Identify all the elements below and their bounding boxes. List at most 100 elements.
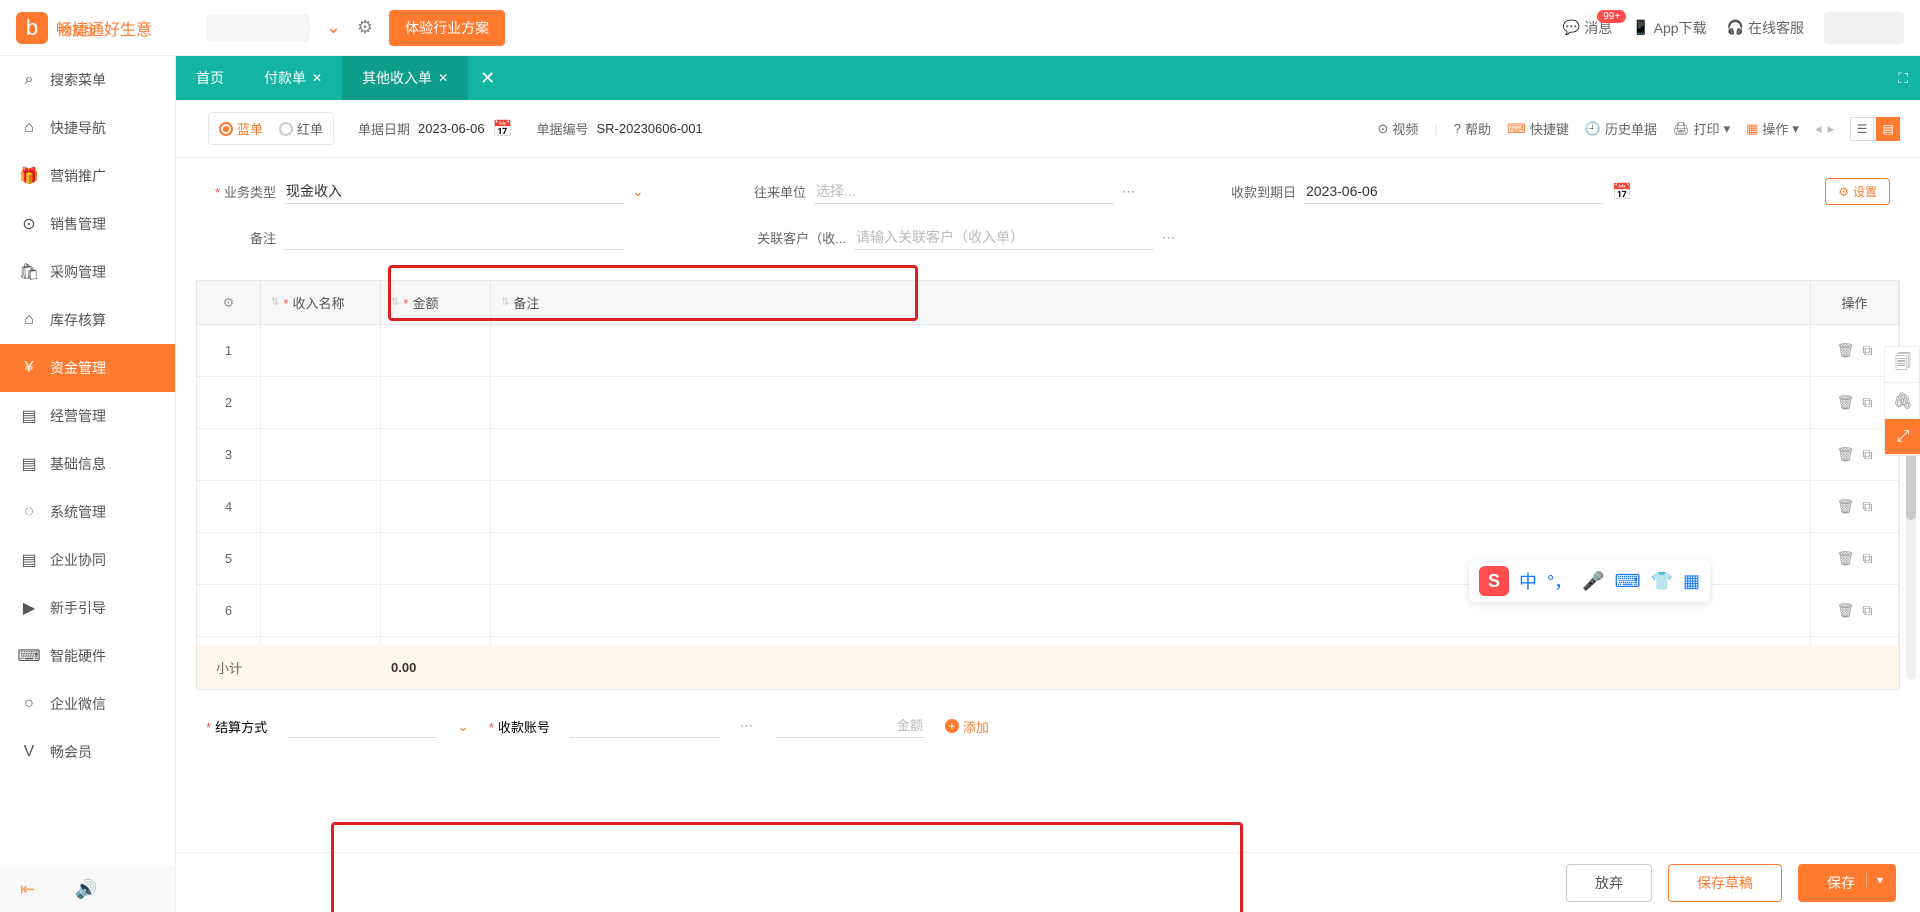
biz-type-input[interactable]	[284, 179, 624, 204]
cell-amount[interactable]	[381, 325, 491, 376]
operate-link[interactable]: ▦操作▾	[1746, 119, 1799, 138]
sidebar-item-sales[interactable]: ⊙销售管理	[0, 200, 175, 248]
copy-row-icon[interactable]: ⧉	[1862, 498, 1872, 515]
ime-keyboard-icon[interactable]: ⌨	[1615, 571, 1641, 592]
messages-link[interactable]: 💬 消息 99+	[1563, 18, 1612, 38]
ime-lang-label[interactable]: 中	[1519, 568, 1537, 594]
sidebar-item-marketing[interactable]: 🎁营销推广	[0, 152, 175, 200]
ime-mic-icon[interactable]: 🎤	[1582, 571, 1604, 592]
cell-income-name[interactable]	[261, 637, 381, 645]
table-row[interactable]: 7🗑⧉	[197, 637, 1899, 645]
add-settlement-button[interactable]: + 添加	[945, 717, 989, 736]
delete-row-icon[interactable]: 🗑	[1837, 342, 1855, 359]
help-link[interactable]: ?帮助	[1454, 119, 1491, 138]
sidebar-item-basic-info[interactable]: ▤基础信息	[0, 440, 175, 488]
copy-row-icon[interactable]: ⧉	[1862, 394, 1872, 411]
cell-amount[interactable]	[381, 585, 491, 636]
settle-method-input[interactable]	[287, 714, 437, 738]
delete-row-icon[interactable]: 🗑	[1837, 498, 1855, 515]
discard-button[interactable]: 放弃	[1566, 864, 1652, 902]
memo-input[interactable]	[284, 225, 624, 250]
radio-red[interactable]: 红单	[279, 119, 323, 138]
sidebar-item-wecom[interactable]: ○企业微信	[0, 680, 175, 728]
view-detail-icon[interactable]: ▤	[1876, 117, 1900, 141]
close-all-tabs-icon[interactable]: ✕	[468, 68, 507, 89]
cell-memo[interactable]	[491, 429, 1811, 480]
copy-row-icon[interactable]: ⧉	[1862, 602, 1872, 619]
tab-item[interactable]: 付款单✕	[244, 56, 342, 100]
sort-icon[interactable]: ⇅	[501, 297, 509, 308]
cell-memo[interactable]	[491, 377, 1811, 428]
cell-amount[interactable]	[381, 637, 491, 645]
partner-input[interactable]	[814, 179, 1114, 204]
cell-amount[interactable]	[381, 481, 491, 532]
fullscreen-icon[interactable]: ⛶	[1886, 70, 1920, 87]
attachment-icon[interactable]: 🗐	[1885, 347, 1920, 383]
rel-customer-input[interactable]	[854, 225, 1154, 250]
more-icon[interactable]: ⋯	[740, 718, 755, 734]
tab-close-icon[interactable]: ✕	[438, 71, 448, 85]
sidebar-item-vip[interactable]: V畅会员	[0, 728, 175, 776]
video-link[interactable]: ⊙视频	[1377, 119, 1418, 138]
settle-amount-input[interactable]	[775, 714, 925, 738]
col-income-name[interactable]: 收入名称	[283, 293, 344, 312]
sidebar-item-guide[interactable]: ▶新手引导	[0, 584, 175, 632]
support-link[interactable]: 🎧 在线客服	[1727, 18, 1804, 38]
sidebar-item-collab[interactable]: ▤企业协同	[0, 536, 175, 584]
expand-icon[interactable]: ⤢	[1885, 419, 1920, 455]
tenant-selector[interactable]	[206, 14, 310, 42]
chevron-down-icon[interactable]: ⌄	[632, 183, 644, 200]
prev-doc-icon[interactable]: ◂	[1815, 121, 1822, 137]
ime-skin-icon[interactable]: 👕	[1651, 571, 1673, 592]
user-avatar[interactable]	[1824, 12, 1904, 44]
ime-toolbox-icon[interactable]: ▦	[1683, 571, 1700, 592]
table-gear-icon[interactable]: ⚙	[223, 295, 235, 311]
ime-punct-icon[interactable]: °，	[1547, 568, 1572, 594]
cell-memo[interactable]	[491, 325, 1811, 376]
settings-gear-icon[interactable]: ⚙	[357, 17, 373, 38]
sidebar-item-operation[interactable]: ▤经营管理	[0, 392, 175, 440]
sidebar-item-quick-nav[interactable]: ⌂快捷导航	[0, 104, 175, 152]
cell-amount[interactable]	[381, 429, 491, 480]
more-icon[interactable]: ⋯	[1122, 184, 1137, 200]
cell-income-name[interactable]	[261, 377, 381, 428]
print-link[interactable]: 🖨打印▾	[1673, 119, 1730, 138]
ime-toolbar[interactable]: S 中 °， 🎤 ⌨ 👕 ▦	[1469, 560, 1710, 602]
cell-income-name[interactable]	[261, 481, 381, 532]
sidebar-item-search-menu[interactable]: ⌕搜索菜单	[0, 56, 175, 104]
link-icon[interactable]: 🖇	[1885, 383, 1920, 419]
sort-icon[interactable]: ⇅	[391, 297, 399, 308]
cell-income-name[interactable]	[261, 429, 381, 480]
col-memo[interactable]: 备注	[513, 293, 539, 312]
table-row[interactable]: 4🗑⧉	[197, 481, 1899, 533]
sidebar-item-hardware[interactable]: ⌨智能硬件	[0, 632, 175, 680]
sidebar-item-purchase[interactable]: 🛍采购管理	[0, 248, 175, 296]
cell-memo[interactable]	[491, 481, 1811, 532]
more-icon[interactable]: ⋯	[1162, 230, 1177, 246]
copy-row-icon[interactable]: ⧉	[1862, 342, 1872, 359]
tenant-chevron-icon[interactable]: ⌄	[326, 17, 341, 38]
trial-industry-button[interactable]: 体验行业方案	[389, 10, 505, 46]
delete-row-icon[interactable]: 🗑	[1837, 550, 1855, 567]
history-link[interactable]: 🕘历史单据	[1585, 119, 1657, 138]
sidebar-item-system[interactable]: ◌系统管理	[0, 488, 175, 536]
calendar-icon[interactable]: 📅	[493, 119, 513, 139]
table-row[interactable]: 2🗑⧉	[197, 377, 1899, 429]
cell-memo[interactable]	[491, 637, 1811, 645]
shortcut-link[interactable]: ⌨快捷键	[1507, 119, 1569, 138]
radio-blue[interactable]: 蓝单	[219, 119, 263, 138]
save-draft-button[interactable]: 保存草稿	[1668, 864, 1782, 902]
sound-icon[interactable]: 🔊	[75, 879, 97, 900]
cell-amount[interactable]	[381, 377, 491, 428]
table-row[interactable]: 3🗑⧉	[197, 429, 1899, 481]
col-amount[interactable]: 金额	[403, 293, 438, 312]
calendar-icon[interactable]: 📅	[1612, 182, 1632, 202]
tab-item[interactable]: 首页	[176, 56, 244, 100]
tab-close-icon[interactable]: ✕	[312, 71, 322, 85]
cell-income-name[interactable]	[261, 533, 381, 584]
cell-income-name[interactable]	[261, 325, 381, 376]
app-download-link[interactable]: 📱 App下载	[1632, 18, 1706, 38]
sort-icon[interactable]: ⇅	[271, 297, 279, 308]
table-row[interactable]: 1🗑⧉	[197, 325, 1899, 377]
sidebar-item-inventory[interactable]: ⌂库存核算	[0, 296, 175, 344]
